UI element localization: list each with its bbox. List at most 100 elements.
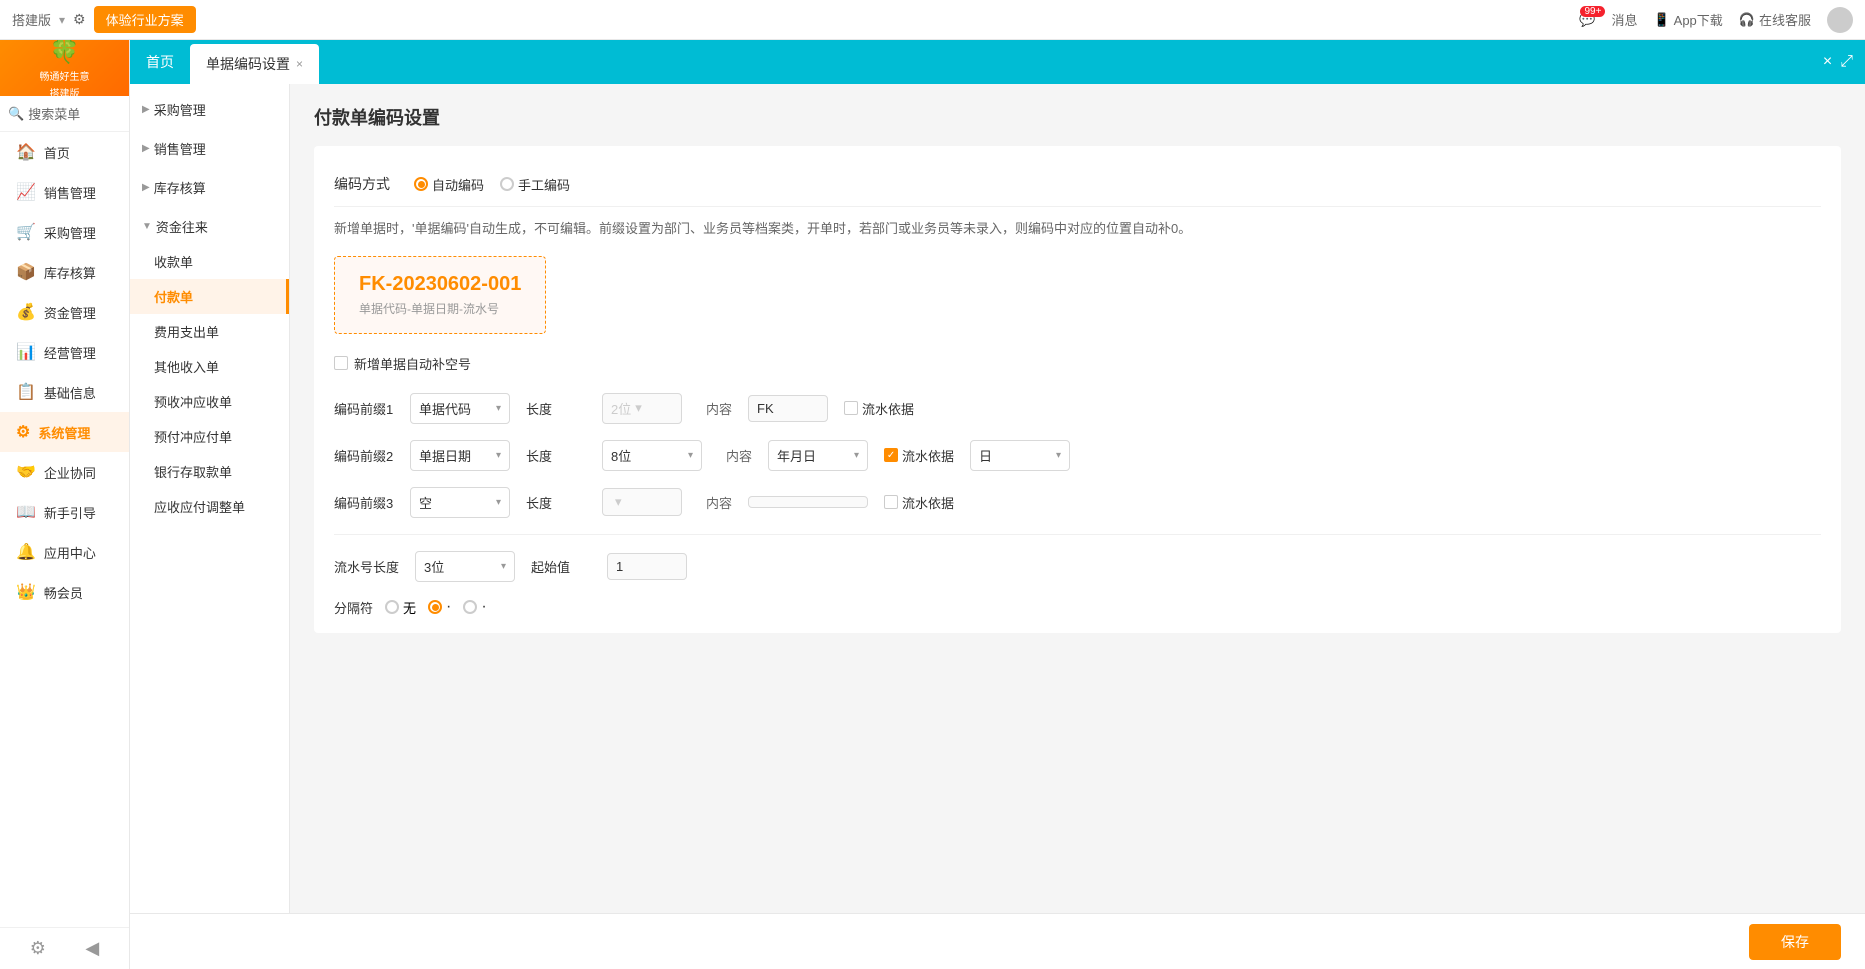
sidebar-item-basic[interactable]: 📋 基础信息	[0, 372, 129, 412]
manual-encoding-radio[interactable]	[500, 177, 514, 191]
dropdown-arrow-icon[interactable]: ▾	[59, 13, 65, 27]
tab-close-icon[interactable]: ×	[296, 57, 303, 71]
tab-encoding-settings[interactable]: 单据编码设置 ×	[190, 44, 319, 84]
sidebar-item-purchase[interactable]: 🛒 采购管理	[0, 212, 129, 252]
settings-icon[interactable]: ⚙	[30, 938, 46, 959]
manual-encoding-option[interactable]: 手工编码	[500, 175, 570, 194]
content2-select[interactable]: 年月日 ▾	[768, 440, 868, 471]
trial-button[interactable]: 体验行业方案	[94, 6, 196, 33]
sep-dot-radio[interactable]	[428, 600, 442, 614]
sub-group-sales-title[interactable]: ▶ 销售管理	[130, 131, 289, 166]
sub-item-adjustment[interactable]: 应收应付调整单	[130, 489, 289, 524]
serial1-checkbox-row[interactable]: 流水依据	[844, 399, 914, 418]
serial2-checkbox-row[interactable]: ✓ 流水依据	[884, 446, 954, 465]
serial2-checkbox[interactable]: ✓	[884, 448, 898, 462]
sidebar-item-home[interactable]: 🏠 首页	[0, 132, 129, 172]
serial3-checkbox-row[interactable]: 流水依据	[884, 493, 954, 512]
tab-home[interactable]: 首页	[130, 40, 190, 84]
app-download-button[interactable]: 📱 App下载	[1653, 10, 1722, 29]
sep-none-radio[interactable]	[385, 600, 399, 614]
sub-group-sales: ▶ 销售管理	[130, 131, 289, 166]
sep-dot-indicator	[432, 604, 439, 611]
phone-icon: 📱	[1653, 12, 1669, 28]
maximize-icon[interactable]: ⤢	[1840, 53, 1853, 71]
sidebar-item-home-label: 首页	[44, 143, 70, 162]
chevron-right-icon2: ▶	[142, 143, 150, 154]
sidebar-item-guide[interactable]: 📖 新手引导	[0, 492, 129, 532]
top-bar-right: 💬 99+ 消息 📱 App下载 🎧 在线客服	[1579, 7, 1853, 33]
sub-item-advance-payment[interactable]: 预付冲应付单	[130, 419, 289, 454]
content-area: 首页 单据编码设置 × × ⤢ ▶ 采购管理	[130, 40, 1865, 969]
date-unit-select[interactable]: 日 ▾	[970, 440, 1070, 471]
auto-fill-checkbox[interactable]	[334, 356, 348, 370]
sep-none-option[interactable]: 无	[385, 598, 416, 617]
sidebar-search[interactable]: 🔍 搜索菜单	[0, 96, 129, 132]
sep-dot-option[interactable]: ·	[428, 598, 451, 616]
sub-group-inventory-label: 库存核算	[154, 178, 206, 197]
auto-fill-row[interactable]: 新增单据自动补空号	[334, 354, 1821, 373]
sub-group-inventory: ▶ 库存核算	[130, 170, 289, 205]
sidebar-item-finance[interactable]: 💰 资金管理	[0, 292, 129, 332]
message-badge: 99+	[1580, 6, 1605, 17]
sidebar-item-system[interactable]: ⚙ 系统管理	[0, 412, 129, 452]
serial1-checkbox[interactable]	[844, 401, 858, 415]
preview-code: FK-20230602-001	[359, 273, 521, 296]
messages-label[interactable]: 消息	[1611, 10, 1637, 29]
sub-item-payment[interactable]: 付款单	[130, 279, 289, 314]
length2-value: 8位	[611, 446, 631, 465]
inner-layout: ▶ 采购管理 ▶ 销售管理 ▶ 库存核算	[130, 84, 1865, 913]
sub-sidebar: ▶ 采购管理 ▶ 销售管理 ▶ 库存核算	[130, 84, 290, 913]
minimize-icon[interactable]: ×	[1823, 53, 1832, 71]
messages-button[interactable]: 💬 99+	[1579, 12, 1595, 28]
serial-length-select[interactable]: 3位 ▾	[415, 551, 515, 582]
top-bar: 搭建版 ▾ ⚙ 体验行业方案 💬 99+ 消息 📱 App下载 🎧 在线客服	[0, 0, 1865, 40]
sep-dash-option[interactable]: ·	[463, 598, 486, 616]
gear-icon[interactable]: ⚙	[73, 11, 86, 28]
serial2-label: 流水依据	[902, 446, 954, 465]
bottom-bar: 保存	[130, 913, 1865, 969]
enterprise-icon: 🤝	[16, 462, 36, 482]
sub-item-receipt[interactable]: 收款单	[130, 244, 289, 279]
sidebar-item-operations[interactable]: 📊 经营管理	[0, 332, 129, 372]
sub-group-inventory-title[interactable]: ▶ 库存核算	[130, 170, 289, 205]
prefix3-select[interactable]: 空 ▾	[410, 487, 510, 518]
collapse-icon[interactable]: ◀	[85, 938, 99, 959]
serial-length-label: 流水号长度	[334, 557, 399, 576]
sidebar-item-inventory[interactable]: 📦 库存核算	[0, 252, 129, 292]
sep-dash-radio[interactable]	[463, 600, 477, 614]
auto-encoding-radio[interactable]	[414, 177, 428, 191]
sub-group-purchase-title[interactable]: ▶ 采购管理	[130, 92, 289, 127]
operations-icon: 📊	[16, 342, 36, 362]
prefix-row-1: 编码前缀1 单据代码 ▾ 长度 2位 ▾ 内容 FK	[334, 393, 1821, 424]
sidebar-item-sales[interactable]: 📈 销售管理	[0, 172, 129, 212]
online-service-button[interactable]: 🎧 在线客服	[1739, 10, 1811, 29]
sidebar: 🍀 畅通好生意 搭建版 🔍 搜索菜单 🏠 首页 📈 销售管理 🛒 采购管理 📦	[0, 40, 130, 969]
manual-encoding-label: 手工编码	[518, 175, 570, 194]
main-layout: 🍀 畅通好生意 搭建版 🔍 搜索菜单 🏠 首页 📈 销售管理 🛒 采购管理 📦	[0, 40, 1865, 969]
auto-encoding-option[interactable]: 自动编码	[414, 175, 484, 194]
sub-item-expense[interactable]: 费用支出单	[130, 314, 289, 349]
auto-encoding-label: 自动编码	[432, 175, 484, 194]
avatar[interactable]	[1827, 7, 1853, 33]
prefix2-select[interactable]: 单据日期 ▾	[410, 440, 510, 471]
length1-select[interactable]: 2位 ▾	[602, 393, 682, 424]
sidebar-item-enterprise[interactable]: 🤝 企业协同	[0, 452, 129, 492]
sub-group-funds-title[interactable]: ▼ 资金往来	[130, 209, 289, 244]
sub-item-bank[interactable]: 银行存取款单	[130, 454, 289, 489]
encoding-method-label: 编码方式	[334, 174, 390, 194]
start-value-input[interactable]: 1	[607, 553, 687, 580]
length3-arrow-icon: ▾	[615, 494, 622, 510]
length2-select[interactable]: 8位 ▾	[602, 440, 702, 471]
sidebar-item-apps[interactable]: 🔔 应用中心	[0, 532, 129, 572]
prefix1-select[interactable]: 单据代码 ▾	[410, 393, 510, 424]
sub-item-other-income[interactable]: 其他收入单	[130, 349, 289, 384]
serial3-checkbox[interactable]	[884, 495, 898, 509]
sub-group-purchase: ▶ 采购管理	[130, 92, 289, 127]
system-icon: ⚙	[16, 422, 30, 442]
save-button[interactable]: 保存	[1749, 924, 1841, 960]
chevron-down-icon: ▼	[142, 221, 152, 232]
top-bar-left: 搭建版 ▾ ⚙ 体验行业方案	[12, 6, 196, 33]
length3-select[interactable]: ▾	[602, 488, 682, 516]
sub-item-advance-receipt[interactable]: 预收冲应收单	[130, 384, 289, 419]
sidebar-item-membership[interactable]: 👑 畅会员	[0, 572, 129, 612]
